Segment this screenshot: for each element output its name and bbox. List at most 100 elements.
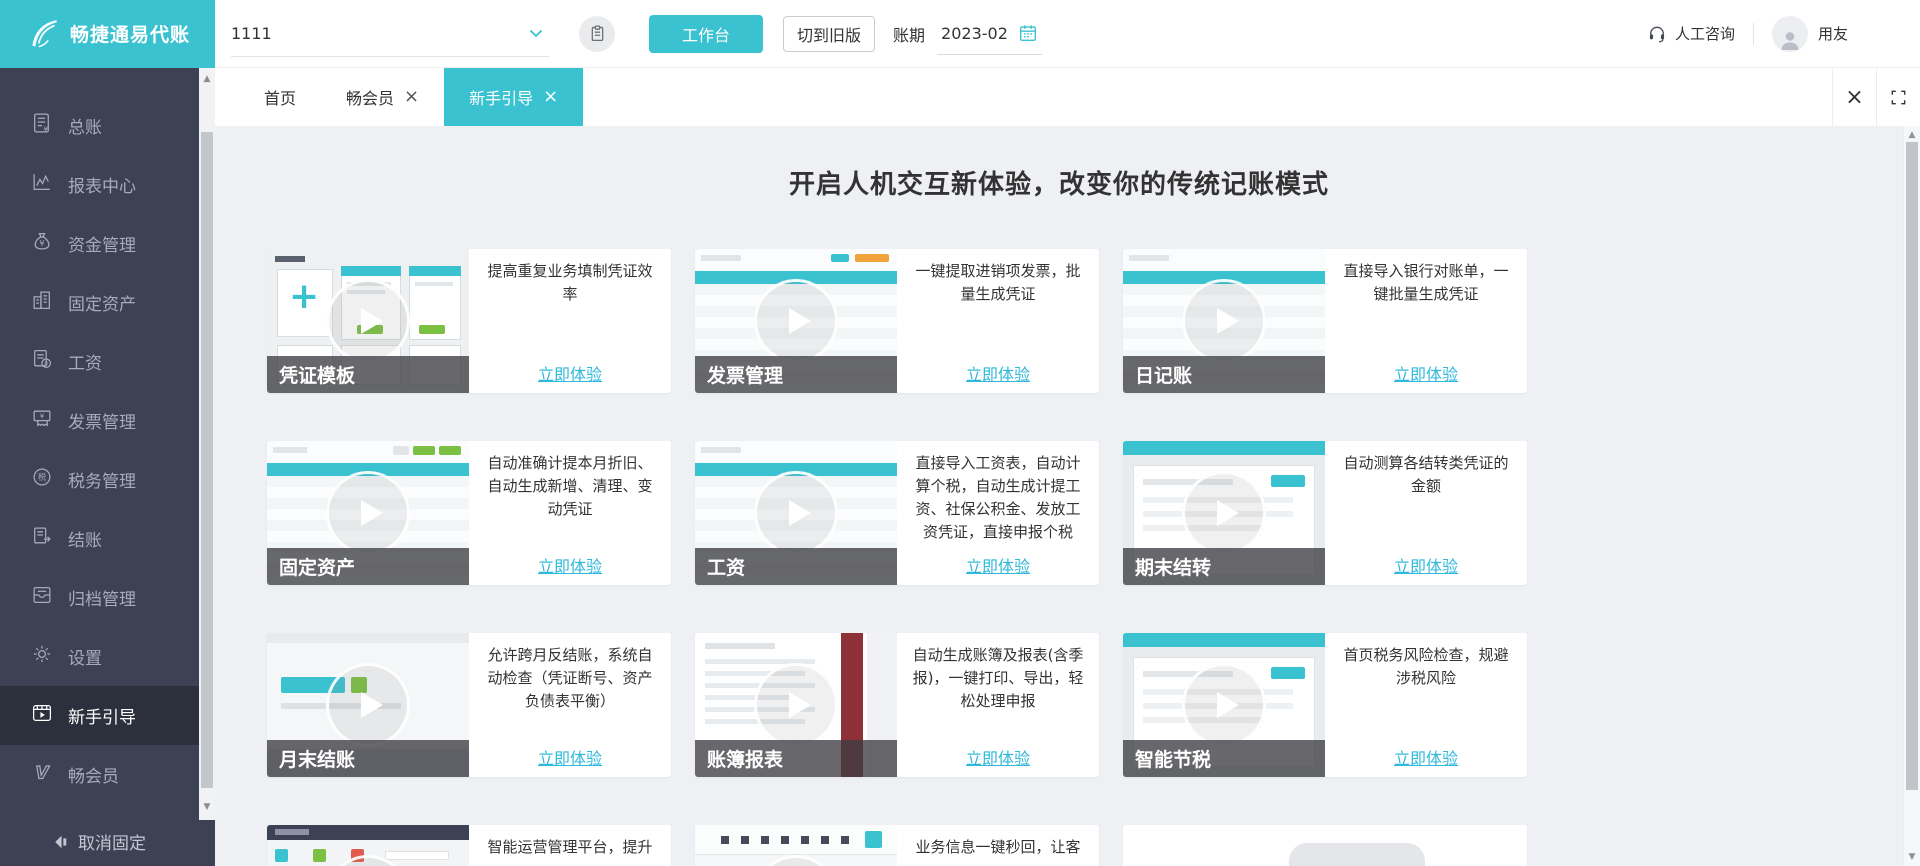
close-all-tabs-button[interactable]: × — [1832, 68, 1876, 126]
play-button-icon[interactable] — [326, 471, 410, 555]
play-button-icon[interactable] — [754, 471, 838, 555]
username[interactable]: 用友 — [1818, 23, 1848, 44]
unpin-label: 取消固定 — [78, 834, 146, 854]
feature-description: 提高重复业务填制凭证效率 — [487, 262, 653, 303]
tab-home[interactable]: 首页 — [239, 68, 321, 126]
switch-old-version-button[interactable]: 切到旧版 — [783, 15, 876, 52]
try-now-link[interactable]: 立即体验 — [966, 553, 1030, 577]
unpin-button[interactable]: 取消固定 — [0, 829, 199, 854]
period-label: 账期 — [893, 25, 926, 45]
try-now-link[interactable]: 立即体验 — [1394, 745, 1458, 769]
video-thumbnail[interactable]: 工资 — [695, 441, 897, 585]
tab-beginner-guide[interactable]: 新手引导 × — [444, 68, 584, 126]
scroll-up-icon[interactable]: ▲ — [199, 72, 215, 86]
svg-text:¥: ¥ — [43, 124, 48, 133]
tab-close-icon[interactable]: × — [404, 88, 419, 106]
content-scrollbar-thumb[interactable] — [1906, 142, 1918, 790]
scroll-up-icon[interactable]: ▲ — [1904, 128, 1920, 142]
sidebar-item-fixed-assets[interactable]: 固定资产 — [0, 273, 215, 332]
try-now-link[interactable]: 立即体验 — [1394, 361, 1458, 385]
sidebar-item-closing[interactable]: 结账 — [0, 509, 215, 568]
fullscreen-button[interactable] — [1876, 68, 1920, 126]
tab-label: 首页 — [264, 89, 297, 108]
feature-description: 智能运营管理平台，提升 — [487, 838, 653, 856]
play-button-icon[interactable] — [326, 279, 410, 363]
support-link[interactable]: 人工咨询 — [1647, 23, 1735, 44]
tab-label: 畅会员 — [346, 89, 395, 108]
sidebar-item-tax-management[interactable]: 税 税务管理 — [0, 450, 215, 509]
play-button-icon[interactable] — [1182, 471, 1266, 555]
header-right: 人工咨询 用友 — [1647, 15, 1920, 52]
tab-bar: 首页 畅会员 × 新手引导 × × — [215, 68, 1920, 126]
try-now-link[interactable]: 立即体验 — [538, 553, 602, 577]
memo-icon[interactable] — [579, 15, 615, 52]
scroll-down-icon[interactable]: ▼ — [1904, 850, 1920, 864]
tab-label: 新手引导 — [469, 89, 534, 108]
video-thumbnail[interactable]: + 凭证模板 — [267, 249, 469, 393]
video-thumbnail[interactable] — [695, 825, 897, 866]
app-header: 畅捷通易代账 1111 工作台 切到旧版 账期 2023-02 人工咨询 用友 — [0, 0, 1920, 68]
video-thumbnail[interactable]: 智能节税 — [1123, 633, 1325, 777]
content-scrollbar[interactable]: ▲ ▼ — [1903, 126, 1920, 866]
sidebar-item-label: 新手引导 — [68, 708, 136, 728]
video-thumbnail[interactable]: 日记账 — [1123, 249, 1325, 393]
ledger-icon: ¥ — [31, 112, 53, 139]
workbench-button[interactable]: 工作台 — [649, 14, 763, 53]
try-now-link[interactable]: 立即体验 — [1394, 553, 1458, 577]
sidebar-item-archive-management[interactable]: 归档管理 — [0, 568, 215, 627]
sidebar-item-general-ledger[interactable]: ¥ 总账 — [0, 96, 215, 155]
video-label: 智能节税 — [1123, 740, 1325, 777]
feature-description: 业务信息一键秒回，让客 — [915, 838, 1081, 856]
video-thumbnail[interactable]: 账簿报表 — [695, 633, 897, 777]
try-now-link[interactable]: 立即体验 — [538, 361, 602, 385]
video-label: 账簿报表 — [695, 740, 897, 777]
brand-name: 畅捷通易代账 — [69, 24, 190, 46]
feature-card-period-end-carryover: 期末结转 自动测算各结转类凭证的金额 立即体验 — [1123, 441, 1527, 585]
feature-card-account-books-reports: 账簿报表 自动生成账簿及报表(含季报)，一键打印、导出，轻松处理申报 立即体验 — [695, 633, 1099, 777]
archive-icon — [31, 584, 53, 611]
feature-card-business-reply: 业务信息一键秒回，让客 — [695, 825, 1099, 866]
calendar-icon — [1019, 25, 1036, 41]
video-thumbnail[interactable]: 月末结账 — [267, 633, 469, 777]
feature-card-loading-placeholder — [1123, 825, 1527, 866]
try-now-link[interactable]: 立即体验 — [966, 745, 1030, 769]
play-button-icon[interactable] — [1182, 279, 1266, 363]
sidebar-item-report-center[interactable]: 报表中心 — [0, 155, 215, 214]
company-selector-value: 1111 — [231, 23, 272, 43]
sidebar-item-funds-management[interactable]: ¥ 资金管理 — [0, 214, 215, 273]
period-selector[interactable]: 2023-02 — [937, 13, 1042, 55]
tab-close-icon[interactable]: × — [543, 88, 558, 106]
sidebar-item-member[interactable]: V 畅会员 — [0, 745, 215, 804]
tab-member[interactable]: 畅会员 × — [321, 68, 444, 126]
video-label: 期末结转 — [1123, 548, 1325, 585]
try-now-link[interactable]: 立即体验 — [966, 361, 1030, 385]
video-thumbnail[interactable] — [267, 825, 469, 866]
period-value: 2023-02 — [941, 23, 1008, 43]
video-thumbnail[interactable]: 固定资产 — [267, 441, 469, 585]
video-thumbnail[interactable]: 发票管理 — [695, 249, 897, 393]
sidebar-scrollbar[interactable]: ▲ ▼ — [199, 68, 215, 820]
sidebar-item-salary[interactable]: ¥ 工资 — [0, 332, 215, 391]
sidebar-item-label: 归档管理 — [68, 590, 136, 610]
play-button-icon[interactable] — [326, 663, 410, 747]
play-button-icon[interactable] — [1182, 663, 1266, 747]
play-button-icon[interactable] — [754, 663, 838, 747]
svg-text:税: 税 — [38, 472, 47, 482]
avatar[interactable] — [1771, 15, 1808, 52]
feature-card-smart-tax-saving: 智能节税 首页税务风险检查，规避涉税风险 立即体验 — [1123, 633, 1527, 777]
sidebar-scrollbar-thumb[interactable] — [201, 132, 213, 788]
sidebar-item-invoice-management[interactable]: ¥ 发票管理 — [0, 391, 215, 450]
closing-icon — [31, 525, 53, 552]
sidebar-item-label: 固定资产 — [68, 295, 136, 315]
scroll-down-icon[interactable]: ▼ — [199, 800, 215, 814]
person-icon — [1781, 31, 1799, 50]
company-selector[interactable]: 1111 — [231, 11, 549, 57]
try-now-link[interactable]: 立即体验 — [538, 745, 602, 769]
video-thumbnail[interactable]: 期末结转 — [1123, 441, 1325, 585]
play-button-icon[interactable] — [754, 279, 838, 363]
sidebar-item-settings[interactable]: 设置 — [0, 627, 215, 686]
svg-text:V: V — [36, 762, 51, 782]
svg-text:¥: ¥ — [40, 413, 45, 421]
feature-card-salary: 工资 直接导入工资表，自动计算个税，自动生成计提工资、社保公积金、发放工资凭证，… — [695, 441, 1099, 585]
sidebar-item-beginner-guide[interactable]: 新手引导 — [0, 686, 215, 745]
